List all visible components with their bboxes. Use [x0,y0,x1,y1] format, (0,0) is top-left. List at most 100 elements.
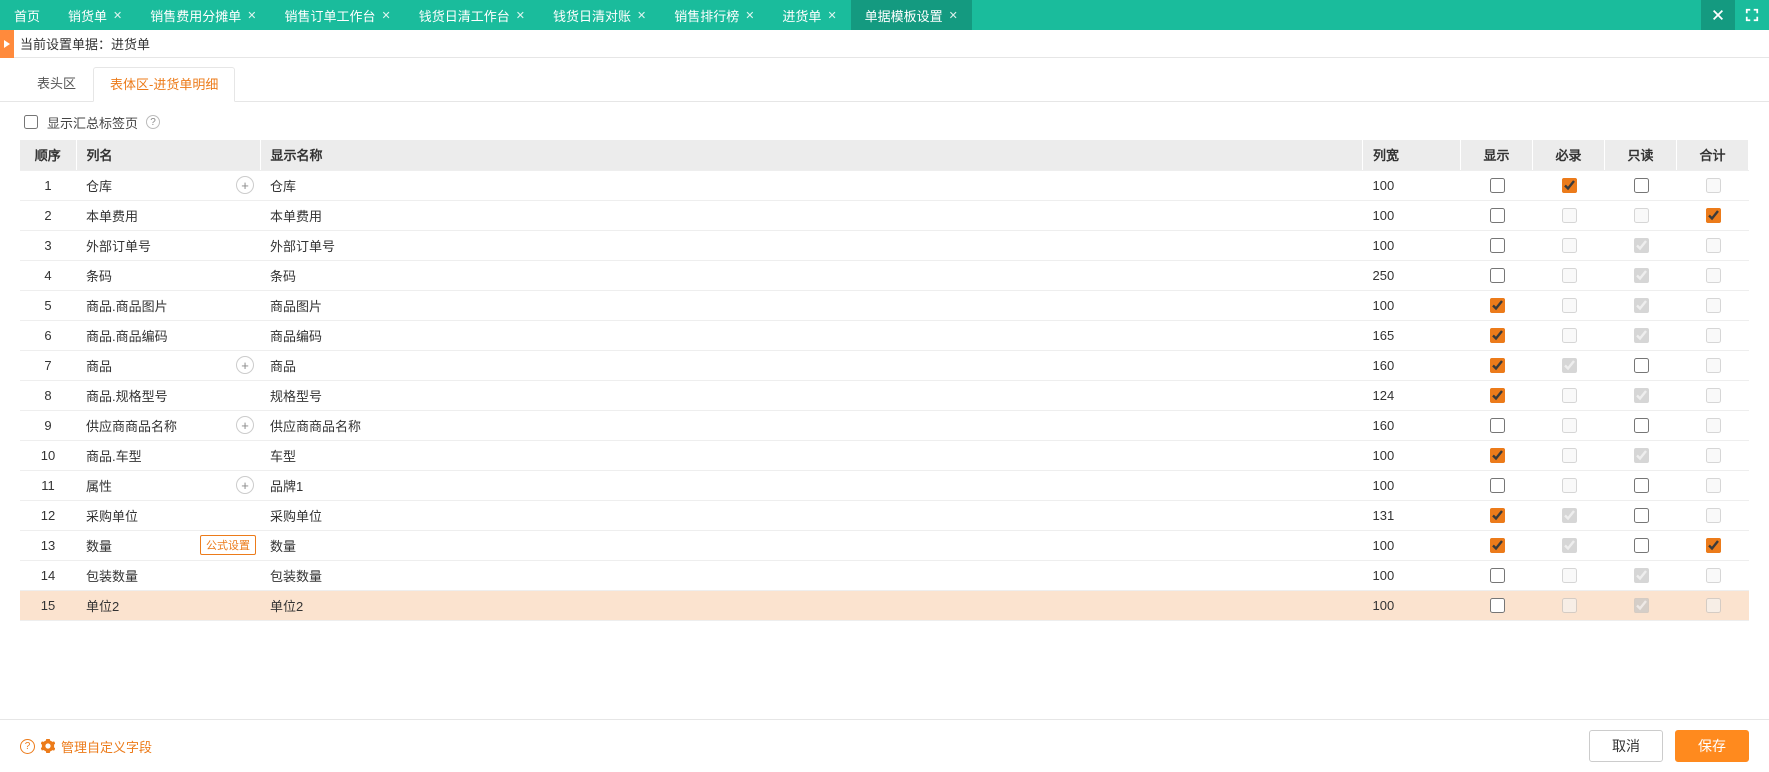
show-checkbox[interactable] [1490,478,1505,493]
cell-width[interactable]: 160 [1363,350,1461,380]
cell-width[interactable]: 160 [1363,410,1461,440]
table-row[interactable]: 7商品+商品160 [20,350,1749,380]
fullscreen-icon[interactable] [1735,0,1769,30]
top-tab[interactable]: 首页 [0,0,54,30]
show-checkbox[interactable] [1490,238,1505,253]
top-tab[interactable]: 钱货日清工作台✕ [405,0,539,30]
save-button[interactable]: 保存 [1675,730,1749,762]
cell-width[interactable]: 131 [1363,500,1461,530]
show-checkbox[interactable] [1490,178,1505,193]
breadcrumb-expand-icon[interactable] [0,30,14,58]
close-icon[interactable]: ✕ [745,9,754,22]
table-row[interactable]: 9供应商商品名称+供应商商品名称160 [20,410,1749,440]
cell-width[interactable]: 100 [1363,530,1461,560]
cell-width[interactable]: 165 [1363,320,1461,350]
cell-width[interactable]: 100 [1363,470,1461,500]
readonly-checkbox[interactable] [1634,178,1649,193]
table-row[interactable]: 15单位2单位2100 [20,590,1749,620]
table-row[interactable]: 8商品.规格型号规格型号124 [20,380,1749,410]
readonly-checkbox[interactable] [1634,478,1649,493]
readonly-checkbox[interactable] [1634,538,1649,553]
top-tab[interactable]: 销售排行榜✕ [660,0,768,30]
close-icon[interactable]: ✕ [949,9,958,22]
close-icon[interactable]: ✕ [247,9,256,22]
cell-display[interactable]: 商品编码 [260,320,1363,350]
top-tab[interactable]: 销货单✕ [54,0,136,30]
show-summary-checkbox[interactable] [24,115,38,129]
table-row[interactable]: 6商品.商品编码商品编码165 [20,320,1749,350]
show-checkbox[interactable] [1490,268,1505,283]
top-tab[interactable]: 销售订单工作台✕ [270,0,404,30]
add-subcolumn-button[interactable]: + [236,476,254,494]
show-checkbox[interactable] [1490,508,1505,523]
cell-display[interactable]: 数量 [260,530,1363,560]
show-checkbox[interactable] [1490,418,1505,433]
top-tab[interactable]: 单据模板设置✕ [851,0,972,30]
table-row[interactable]: 2本单费用本单费用100 [20,200,1749,230]
show-checkbox[interactable] [1490,538,1505,553]
cell-display[interactable]: 规格型号 [260,380,1363,410]
cell-display[interactable]: 仓库 [260,170,1363,200]
show-checkbox[interactable] [1490,598,1505,613]
close-icon[interactable]: ✕ [827,9,836,22]
required-checkbox[interactable] [1562,178,1577,193]
cell-display[interactable]: 品牌1 [260,470,1363,500]
top-tab[interactable]: 钱货日清对账✕ [539,0,660,30]
cell-width[interactable]: 250 [1363,260,1461,290]
cancel-button[interactable]: 取消 [1589,730,1663,762]
help-icon[interactable]: ? [146,115,160,129]
cell-width[interactable]: 100 [1363,230,1461,260]
table-row[interactable]: 4条码条码250 [20,260,1749,290]
cell-display[interactable]: 单位2 [260,590,1363,620]
cell-display[interactable]: 商品 [260,350,1363,380]
close-icon[interactable]: ✕ [382,9,391,22]
table-row[interactable]: 14包装数量包装数量100 [20,560,1749,590]
table-row[interactable]: 3外部订单号外部订单号100 [20,230,1749,260]
table-row[interactable]: 1仓库+仓库100 [20,170,1749,200]
show-checkbox[interactable] [1490,448,1505,463]
total-checkbox[interactable] [1706,208,1721,223]
close-icon[interactable]: ✕ [113,9,122,22]
footer-help-icon[interactable]: ? [20,739,35,754]
top-tab[interactable]: 销售费用分摊单✕ [136,0,270,30]
total-checkbox[interactable] [1706,538,1721,553]
close-icon[interactable]: ✕ [516,9,525,22]
top-tab[interactable]: 进货单✕ [768,0,850,30]
show-checkbox[interactable] [1490,328,1505,343]
cell-width[interactable]: 124 [1363,380,1461,410]
section-tab[interactable]: 表头区 [20,66,93,101]
add-subcolumn-button[interactable]: + [236,176,254,194]
cell-width[interactable]: 100 [1363,590,1461,620]
cell-display[interactable]: 供应商商品名称 [260,410,1363,440]
cell-width[interactable]: 100 [1363,200,1461,230]
cell-display[interactable]: 外部订单号 [260,230,1363,260]
readonly-checkbox[interactable] [1634,418,1649,433]
cell-width[interactable]: 100 [1363,170,1461,200]
cell-width[interactable]: 100 [1363,560,1461,590]
readonly-checkbox[interactable] [1634,508,1649,523]
add-subcolumn-button[interactable]: + [236,356,254,374]
table-row[interactable]: 10商品.车型车型100 [20,440,1749,470]
table-row[interactable]: 13数量公式设置数量100 [20,530,1749,560]
cell-width[interactable]: 100 [1363,290,1461,320]
table-row[interactable]: 12采购单位采购单位131 [20,500,1749,530]
show-checkbox[interactable] [1490,388,1505,403]
formula-settings-button[interactable]: 公式设置 [200,535,256,555]
close-icon[interactable]: ✕ [637,9,646,22]
show-checkbox[interactable] [1490,358,1505,373]
readonly-checkbox[interactable] [1634,358,1649,373]
table-row[interactable]: 11属性+品牌1100 [20,470,1749,500]
cell-display[interactable]: 条码 [260,260,1363,290]
cell-display[interactable]: 商品图片 [260,290,1363,320]
cell-display[interactable]: 采购单位 [260,500,1363,530]
cell-width[interactable]: 100 [1363,440,1461,470]
table-row[interactable]: 5商品.商品图片商品图片100 [20,290,1749,320]
show-checkbox[interactable] [1490,568,1505,583]
section-tab[interactable]: 表体区-进货单明细 [93,67,235,102]
show-checkbox[interactable] [1490,298,1505,313]
close-all-tabs-icon[interactable] [1701,0,1735,30]
cell-display[interactable]: 本单费用 [260,200,1363,230]
manage-custom-fields-link[interactable]: 管理自定义字段 [61,737,152,756]
cell-display[interactable]: 车型 [260,440,1363,470]
cell-display[interactable]: 包装数量 [260,560,1363,590]
